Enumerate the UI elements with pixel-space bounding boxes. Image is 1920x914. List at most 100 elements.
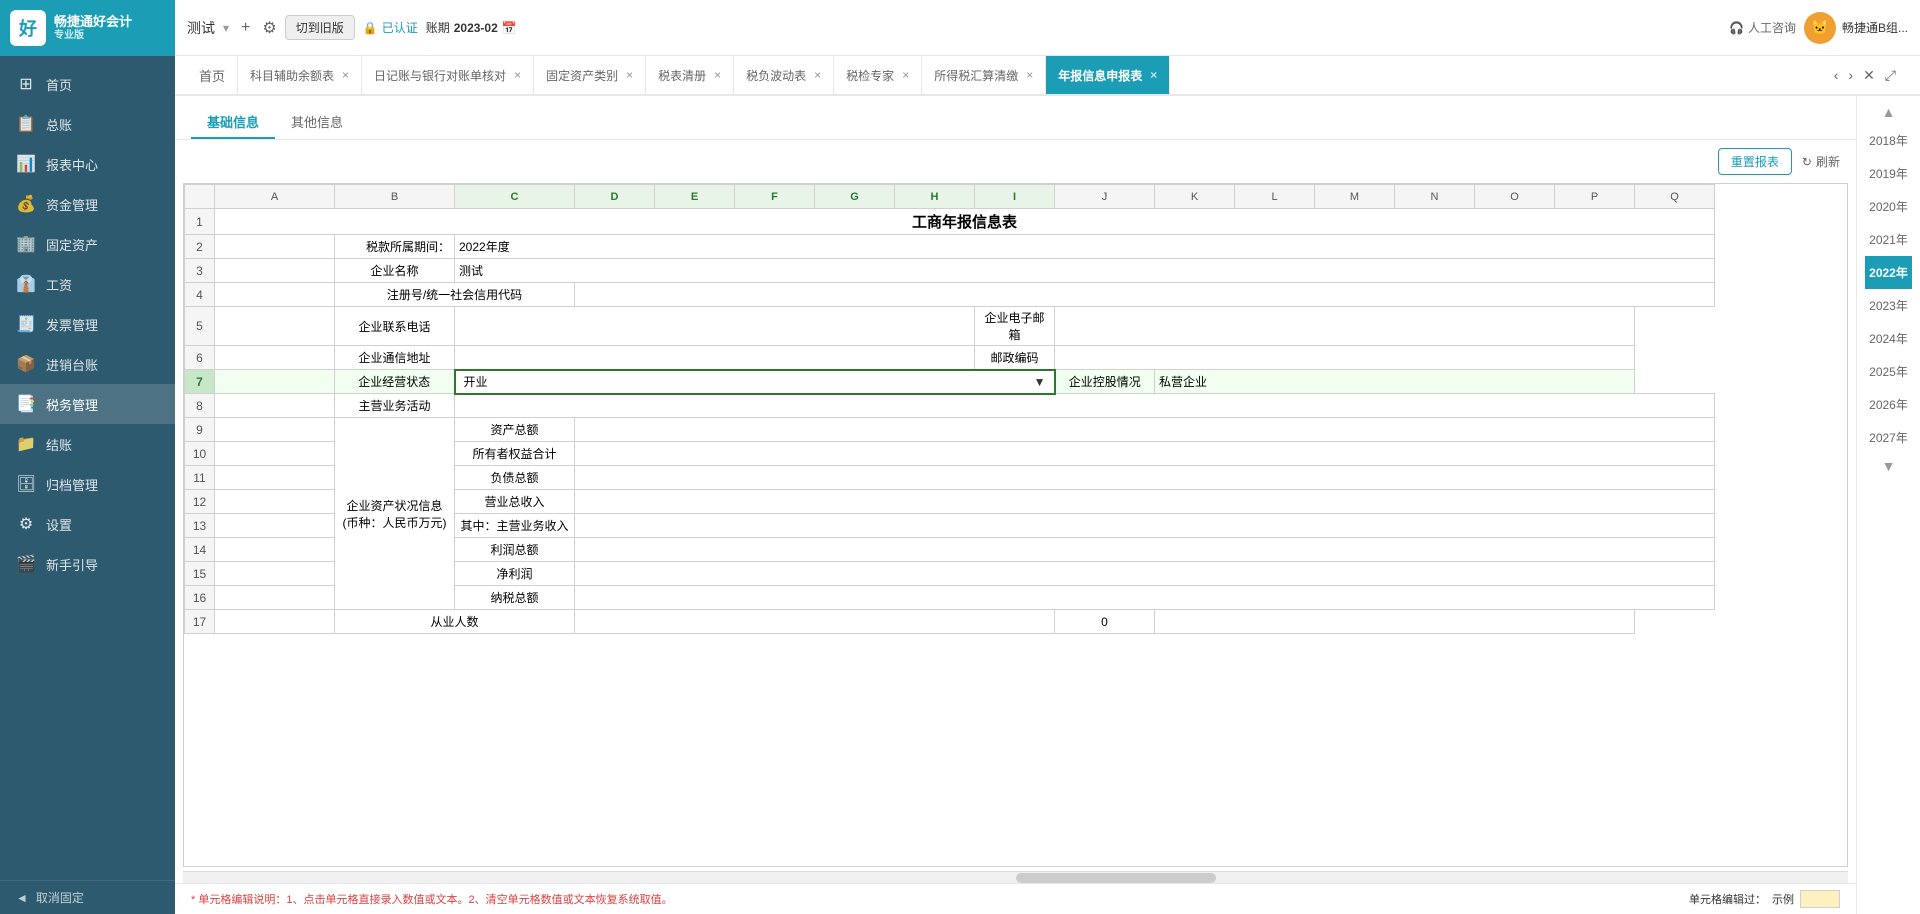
tab-6[interactable]: 税检专家× (834, 56, 922, 95)
tab-5[interactable]: 税负波动表× (734, 56, 834, 95)
tab-next-button[interactable]: › (1844, 65, 1857, 85)
year-down-button[interactable]: ▼ (1878, 454, 1900, 478)
year-item-2021年[interactable]: 2021年 (1865, 223, 1912, 256)
tab-close-1[interactable]: × (342, 68, 349, 82)
tab-1[interactable]: 科目辅助余额表× (238, 56, 362, 95)
tab-0[interactable]: 首页 (187, 56, 238, 95)
tab-8[interactable]: 年报信息申报表× (1046, 56, 1170, 95)
edit-note: * 单元格编辑说明：1、点击单元格直接录入数值或文本。2、清空单元格数值或文本恢… (191, 891, 673, 907)
tab-close-2[interactable]: × (514, 68, 521, 82)
year-item-2019年[interactable]: 2019年 (1865, 157, 1912, 190)
cell-13-d[interactable] (575, 514, 1715, 538)
col-header-e: E (655, 185, 735, 209)
cell-6-c[interactable] (455, 346, 975, 370)
sidebar-item-报表中心[interactable]: 📊报表中心 (0, 144, 175, 184)
tab-2[interactable]: 日记账与银行对账单核对× (362, 56, 534, 95)
cancel-fix-button[interactable]: ◄ 取消固定 (0, 880, 175, 914)
tab-close-4[interactable]: × (714, 68, 721, 82)
column-header-row: A B C D E F G H I J K L M (185, 185, 1715, 209)
table-row: 6 企业通信地址 邮政编码 (185, 346, 1715, 370)
settings-icon[interactable]: ⚙ (262, 18, 276, 38)
tab-close-8[interactable]: × (1150, 68, 1157, 82)
sidebar-item-首页[interactable]: ⊞ 首页 (0, 64, 175, 104)
sidebar-item-总账[interactable]: 📋总账 (0, 104, 175, 144)
table-title-cell[interactable]: 工商年报信息表 (215, 209, 1715, 235)
calendar-icon[interactable]: 📅 (502, 21, 517, 35)
sidebar-label-0: 首页 (46, 75, 72, 94)
service-button[interactable]: 🎧 人工咨询 (1729, 19, 1796, 36)
sub-tab-1[interactable]: 其他信息 (275, 106, 359, 139)
cell-10-d[interactable] (575, 442, 1715, 466)
year-item-2022年[interactable]: 2022年 (1865, 256, 1912, 289)
cell-10-c: 所有者权益合计 (455, 442, 575, 466)
cell-3-b: 企业名称 (335, 259, 455, 283)
cell-11-d[interactable] (575, 466, 1715, 490)
topbar: 测试 ▾ + ⚙ 切到旧版 🔒 已认证 账期 2023-02 📅 🎧 人工咨询 … (175, 0, 1920, 56)
cell-8-c[interactable] (455, 394, 1715, 418)
sidebar-item-固定资产[interactable]: 🏢固定资产 (0, 224, 175, 264)
sidebar-item-资金管理[interactable]: 💰资金管理 (0, 184, 175, 224)
tab-7[interactable]: 所得税汇算清缴× (922, 56, 1046, 95)
row-num: 17 (185, 610, 215, 634)
sidebar-item-进销台账[interactable]: 📦进销台账 (0, 344, 175, 384)
cell-7-c-active[interactable]: 开业 ▼ (455, 370, 1055, 394)
sidebar-item-设置[interactable]: ⚙设置 (0, 504, 175, 544)
cell-16-d[interactable] (575, 586, 1715, 610)
cell-5-c[interactable] (455, 307, 975, 346)
year-item-2023年[interactable]: 2023年 (1865, 289, 1912, 322)
tab-close-7[interactable]: × (1026, 68, 1033, 82)
period-display: 账期 2023-02 📅 (426, 19, 517, 36)
refresh-button[interactable]: ↻ 刷新 (1802, 153, 1840, 170)
col-header-h: H (895, 185, 975, 209)
scrollbar-thumb[interactable] (1016, 873, 1216, 883)
year-item-2025年[interactable]: 2025年 (1865, 355, 1912, 388)
year-item-2026年[interactable]: 2026年 (1865, 388, 1912, 421)
sidebar-item-发票管理[interactable]: 🧾发票管理 (0, 304, 175, 344)
year-item-2018年[interactable]: 2018年 (1865, 124, 1912, 157)
tab-expand-button[interactable]: ⤢ (1881, 65, 1900, 86)
tab-4[interactable]: 税表清册× (646, 56, 734, 95)
cell-17-c[interactable] (575, 610, 1055, 634)
reset-report-button[interactable]: 重置报表 (1718, 148, 1792, 175)
tab-3[interactable]: 固定资产类别× (534, 56, 646, 95)
tab-close-5[interactable]: × (814, 68, 821, 82)
cell-17-k[interactable] (1155, 610, 1635, 634)
user-menu[interactable]: 🐱 畅捷通B组... (1804, 12, 1908, 44)
sidebar-icon-0: ⊞ (16, 74, 36, 94)
cell-15-d[interactable] (575, 562, 1715, 586)
sidebar-item-工资[interactable]: 👔工资 (0, 264, 175, 304)
year-up-button[interactable]: ▲ (1878, 100, 1900, 124)
cell-2-c[interactable]: 2022年度 (455, 235, 1715, 259)
year-item-2020年[interactable]: 2020年 (1865, 190, 1912, 223)
horizontal-scrollbar[interactable] (183, 871, 1848, 883)
sidebar-item-结账[interactable]: 📁结账 (0, 424, 175, 464)
cell-12-d[interactable] (575, 490, 1715, 514)
sub-tab-0[interactable]: 基础信息 (191, 106, 275, 139)
table-row: 2 税款所属期间： 2022年度 (185, 235, 1715, 259)
add-tab-button[interactable]: + (237, 19, 254, 37)
year-item-2027年[interactable]: 2027年 (1865, 421, 1912, 454)
spreadsheet-container[interactable]: A B C D E F G H I J K L M (183, 183, 1848, 867)
year-list: 2018年2019年2020年2021年2022年2023年2024年2025年… (1865, 124, 1912, 454)
sidebar-item-税务管理[interactable]: 📑税务管理 (0, 384, 175, 424)
cell-7-k[interactable]: 私营企业 (1155, 370, 1635, 394)
table-row: 4 注册号/统一社会信用代码 (185, 283, 1715, 307)
tab-close-6[interactable]: × (902, 68, 909, 82)
cell-5-k[interactable] (1055, 307, 1635, 346)
sub-tabs: 基础信息其他信息 (175, 96, 1856, 140)
year-item-2024年[interactable]: 2024年 (1865, 322, 1912, 355)
col-header-q: Q (1635, 185, 1715, 209)
cell-6-k[interactable] (1055, 346, 1635, 370)
tab-close-all-button[interactable]: ✕ (1859, 65, 1879, 86)
cell-3-c[interactable]: 测试 (455, 259, 1715, 283)
old-version-button[interactable]: 切到旧版 (285, 15, 355, 40)
cell-14-d[interactable] (575, 538, 1715, 562)
tab-close-3[interactable]: × (626, 68, 633, 82)
sidebar-item-归档管理[interactable]: 🗄归档管理 (0, 464, 175, 504)
cell-4-c[interactable] (575, 283, 1715, 307)
project-dropdown-icon[interactable]: ▾ (223, 21, 229, 35)
tab-prev-button[interactable]: ‹ (1830, 65, 1843, 85)
dropdown-arrow-icon[interactable]: ▼ (1034, 375, 1046, 389)
cell-9-d[interactable] (575, 418, 1715, 442)
sidebar-item-新手引导[interactable]: 🎬新手引导 (0, 544, 175, 584)
